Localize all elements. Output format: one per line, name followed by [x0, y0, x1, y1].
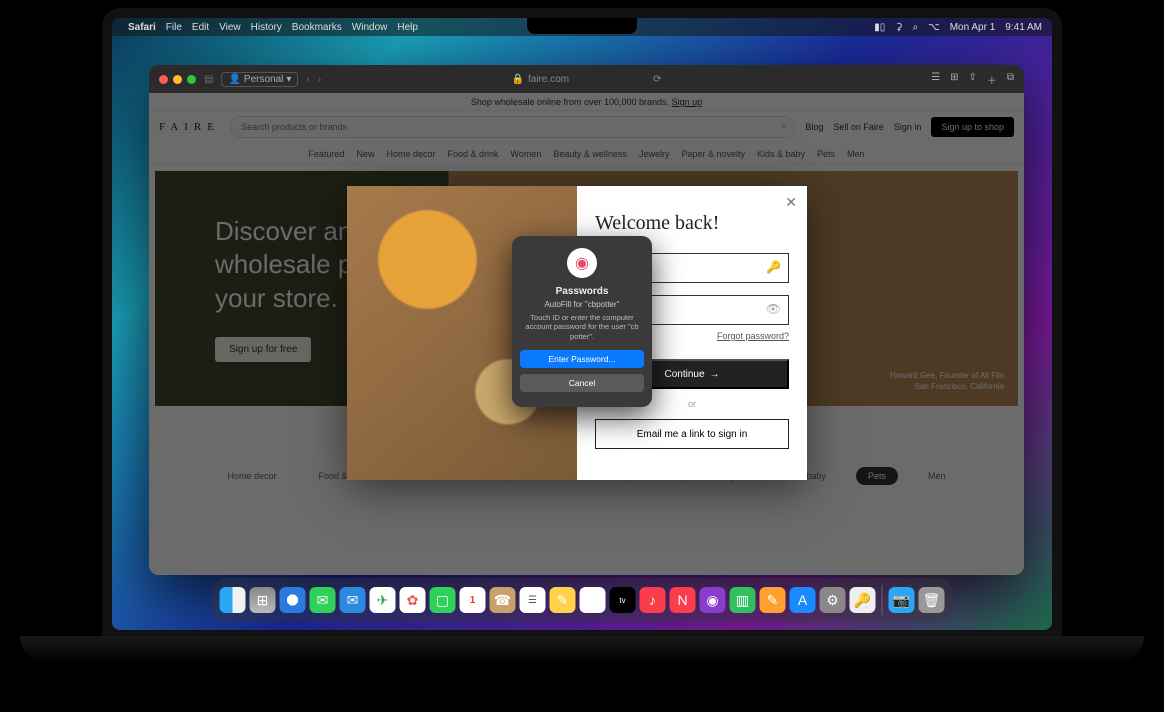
dock-trash[interactable]: 🗑 [919, 587, 945, 613]
email-link-button[interactable]: Email me a link to sign in [595, 419, 789, 449]
dock-safari[interactable] [280, 587, 306, 613]
extensions-icon[interactable]: ⊞ [950, 72, 958, 87]
menu-edit[interactable]: Edit [192, 22, 209, 33]
dock: ⊞ ✉ ✉ ✈ ✿ ▢ 1 ☎ ☰ ✎ ✦ tv ♪ N ◉ ▥ ✎ A ⚙ 🔑… [212, 578, 953, 622]
dock-notes[interactable]: ✎ [550, 587, 576, 613]
show-password-icon[interactable]: 👁 [766, 302, 781, 316]
dock-maps[interactable]: ✈ [370, 587, 396, 613]
safari-titlebar: ▤ 👤 Personal ▾ ‹ › 🔒 faire.com ⟳ ☰ ⊞ ⇪ ＋… [149, 65, 1024, 93]
dock-music[interactable]: ♪ [640, 587, 666, 613]
dock-freeform[interactable]: ✦ [580, 587, 606, 613]
menu-history[interactable]: History [251, 22, 282, 33]
share-icon[interactable]: ⇪ [968, 72, 976, 87]
dock-podcasts[interactable]: ◉ [700, 587, 726, 613]
sidebar-toggle-icon[interactable]: ▤ [204, 74, 213, 85]
close-icon[interactable]: ✕ [785, 194, 797, 211]
laptop-base [20, 636, 1144, 664]
dialog-title: Passwords [520, 286, 644, 297]
status-battery-icon[interactable]: ▮▯ [874, 22, 885, 33]
dock-camera-folder[interactable]: 📷 [889, 587, 915, 613]
dock-reminders[interactable]: ☰ [520, 587, 546, 613]
dialog-subtitle: AutoFill for "cbpotter" [520, 300, 644, 309]
dock-pages[interactable]: ✎ [760, 587, 786, 613]
dock-settings[interactable]: ⚙ [820, 587, 846, 613]
dock-calendar[interactable]: 1 [460, 587, 486, 613]
status-time[interactable]: 9:41 AM [1005, 22, 1042, 33]
touchid-icon: ◉ [567, 248, 597, 278]
dock-tv[interactable]: tv [610, 587, 636, 613]
status-date[interactable]: Mon Apr 1 [950, 22, 996, 33]
lock-icon: 🔒 [512, 74, 524, 85]
dock-passwords[interactable]: 🔑 [850, 587, 876, 613]
profile-selector[interactable]: 👤 Personal ▾ [221, 72, 298, 87]
dock-photos[interactable]: ✿ [400, 587, 426, 613]
dock-finder[interactable] [220, 587, 246, 613]
dock-facetime[interactable]: ▢ [430, 587, 456, 613]
passwords-autofill-dialog: ◉ Passwords AutoFill for "cbpotter" Touc… [512, 236, 652, 407]
menu-help[interactable]: Help [397, 22, 418, 33]
status-wifi-icon[interactable]: ⚳ [895, 22, 902, 33]
window-maximize[interactable] [187, 75, 196, 84]
forward-button[interactable]: › [318, 74, 321, 85]
reload-icon[interactable]: ⟳ [653, 74, 661, 85]
dock-mail[interactable]: ✉ [340, 587, 366, 613]
new-tab-icon[interactable]: ＋ [987, 72, 997, 87]
tabs-overview-icon[interactable]: ⧉ [1007, 72, 1014, 87]
status-search-icon[interactable]: ⌕ [913, 22, 919, 33]
dock-contacts[interactable]: ☎ [490, 587, 516, 613]
menu-view[interactable]: View [219, 22, 241, 33]
status-control-center-icon[interactable]: ⌥ [928, 22, 940, 33]
enter-password-button[interactable]: Enter Password... [520, 350, 644, 368]
url-host: faire.com [528, 74, 569, 85]
menu-app[interactable]: Safari [128, 22, 156, 33]
login-title: Welcome back! [595, 212, 789, 235]
autofill-key-icon[interactable]: 🔑 [766, 260, 781, 274]
dock-news[interactable]: N [670, 587, 696, 613]
back-button[interactable]: ‹ [306, 74, 309, 85]
dock-separator [882, 585, 883, 615]
window-minimize[interactable] [173, 75, 182, 84]
dock-appstore[interactable]: A [790, 587, 816, 613]
dock-messages[interactable]: ✉ [310, 587, 336, 613]
address-bar[interactable]: 🔒 faire.com ⟳ [512, 74, 662, 85]
cancel-button[interactable]: Cancel [520, 374, 644, 392]
dock-launchpad[interactable]: ⊞ [250, 587, 276, 613]
reader-icon[interactable]: ☰ [931, 72, 940, 87]
menu-window[interactable]: Window [352, 22, 388, 33]
menu-file[interactable]: File [166, 22, 182, 33]
menu-bookmarks[interactable]: Bookmarks [292, 22, 342, 33]
window-close[interactable] [159, 75, 168, 84]
arrow-right-icon: → [710, 369, 720, 380]
dock-numbers[interactable]: ▥ [730, 587, 756, 613]
dialog-body: Touch ID or enter the computer account p… [520, 313, 644, 341]
